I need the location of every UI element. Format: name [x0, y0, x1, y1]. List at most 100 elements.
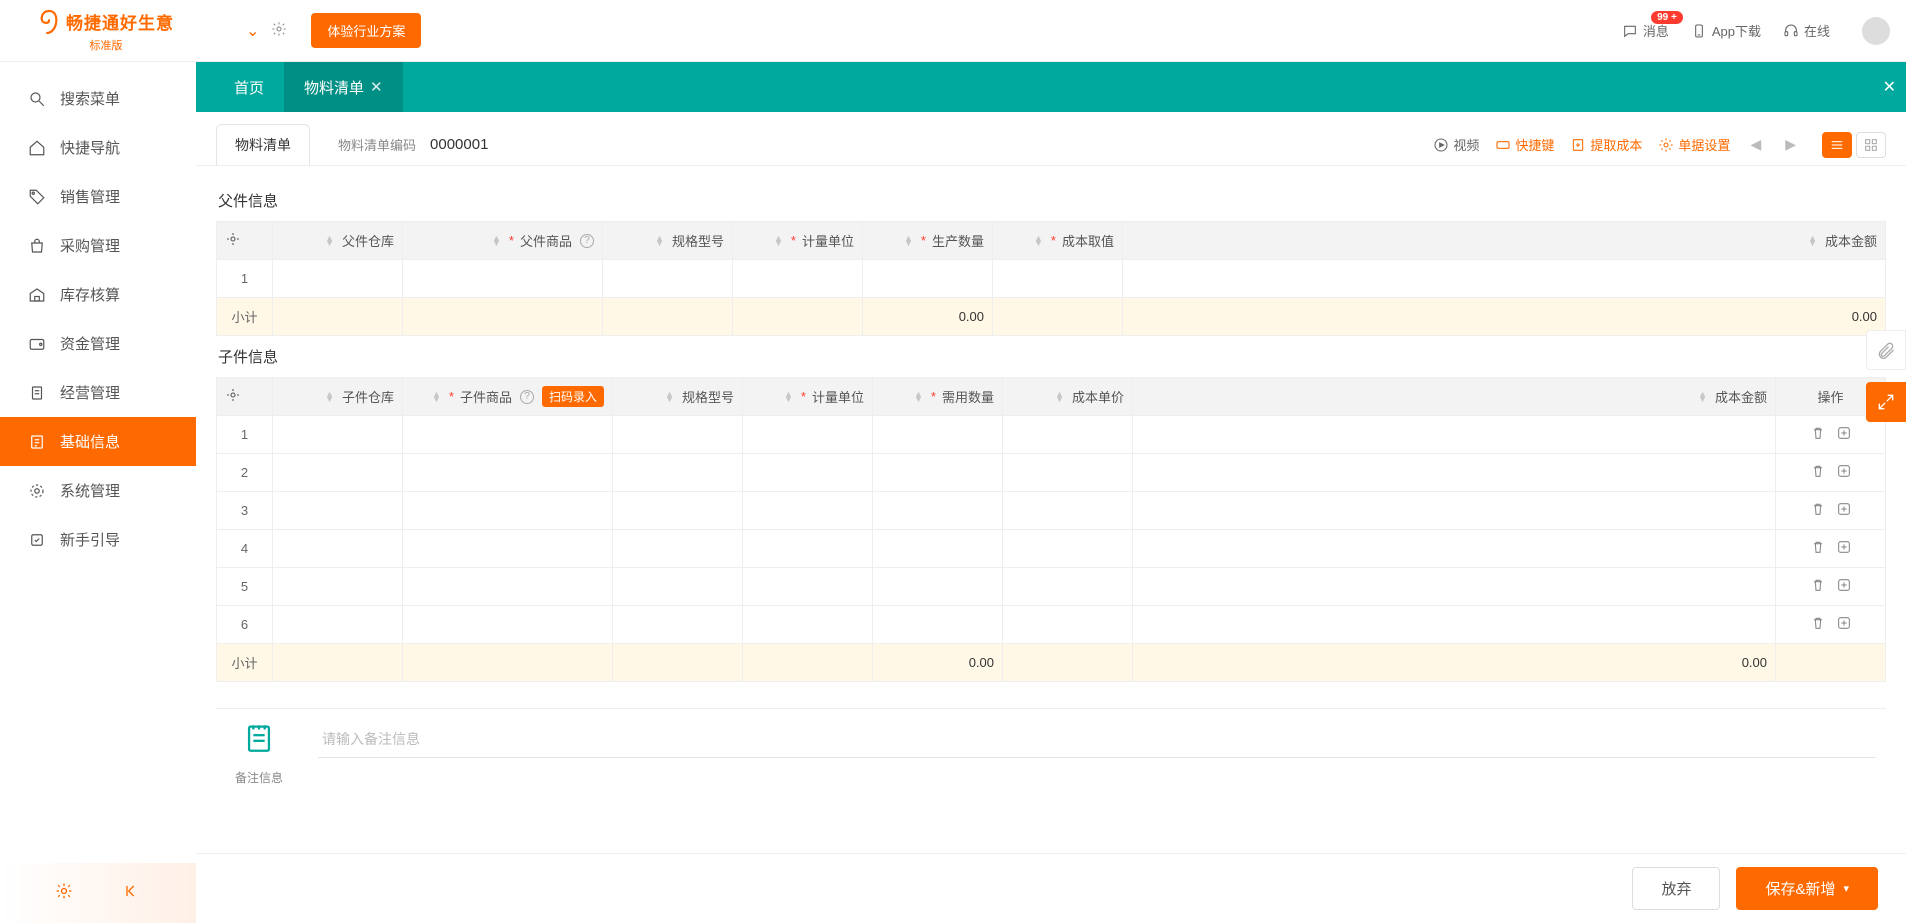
parent-table: ▲▼父件仓库 ▲▼*父件商品? ▲▼规格型号 ▲▼*计量单位 ▲▼*生产数量 ▲… — [216, 221, 1886, 336]
next-doc-icon[interactable]: ▶ — [1781, 136, 1800, 153]
footer-bar: 放弃 保存&新增 ▾ — [196, 853, 1906, 923]
doc-settings-action[interactable]: 单据设置 — [1658, 135, 1730, 154]
help-icon[interactable]: ? — [580, 234, 594, 248]
child-section-title: 子件信息 — [218, 346, 1886, 367]
note-icon — [242, 721, 276, 763]
add-row-icon[interactable] — [1836, 619, 1852, 634]
table-row[interactable]: 2 — [217, 454, 1886, 492]
sidebar-collapse-icon[interactable] — [122, 881, 142, 906]
brand-logo: 畅捷通好生意 标准版 — [16, 9, 196, 53]
attachment-icon[interactable] — [1866, 330, 1906, 370]
save-new-button[interactable]: 保存&新增 ▾ — [1736, 867, 1878, 910]
expand-icon[interactable] — [1866, 382, 1906, 422]
play-icon — [1433, 137, 1449, 153]
tag-icon — [28, 188, 46, 206]
child-table: ▲▼子件仓库 ▲▼*子件商品?扫码录入 ▲▼规格型号 ▲▼*计量单位 ▲▼*需用… — [216, 377, 1886, 682]
sidebar-label: 基础信息 — [60, 431, 120, 452]
subtotal-row: 小计 0.00 0.00 — [217, 644, 1886, 682]
sidebar-item-operation[interactable]: 经营管理 — [0, 368, 196, 417]
table-row[interactable]: 6 — [217, 606, 1886, 644]
sidebar-label: 系统管理 — [60, 480, 120, 501]
subtotal-qty: 0.00 — [873, 644, 1003, 682]
col-child-unitcost[interactable]: ▲▼成本单价 — [1003, 378, 1133, 416]
promo-button[interactable]: 体验行业方案 — [311, 13, 421, 48]
col-parent-cost-mode[interactable]: ▲▼*成本取值 — [993, 222, 1123, 260]
gear-icon[interactable] — [271, 21, 287, 41]
add-row-icon[interactable] — [1836, 429, 1852, 444]
col-child-product[interactable]: ▲▼*子件商品?扫码录入 — [403, 378, 613, 416]
table-row[interactable]: 4 — [217, 530, 1886, 568]
table-row[interactable]: 3 — [217, 492, 1886, 530]
help-icon[interactable]: ? — [520, 390, 534, 404]
shortcut-action[interactable]: 快捷键 — [1495, 135, 1554, 154]
sidebar-label: 销售管理 — [60, 186, 120, 207]
sidebar-label: 搜索菜单 — [60, 88, 120, 109]
video-action[interactable]: 视频 — [1433, 135, 1479, 154]
headset-icon — [1783, 23, 1799, 39]
delete-icon[interactable] — [1810, 619, 1826, 634]
bag-icon — [28, 237, 46, 255]
sidebar-item-search[interactable]: 搜索菜单 — [0, 74, 196, 123]
delete-icon[interactable] — [1810, 543, 1826, 558]
sidebar-item-basic[interactable]: 基础信息 — [0, 417, 196, 466]
doc-code-value: 0000001 — [430, 136, 488, 153]
view-grid-icon[interactable] — [1856, 132, 1886, 158]
col-parent-warehouse[interactable]: ▲▼父件仓库 — [273, 222, 403, 260]
col-parent-uom[interactable]: ▲▼*计量单位 — [733, 222, 863, 260]
sidebar-label: 资金管理 — [60, 333, 120, 354]
sidebar-item-guide[interactable]: 新手引导 — [0, 515, 196, 564]
add-row-icon[interactable] — [1836, 581, 1852, 596]
add-row-icon[interactable] — [1836, 467, 1852, 482]
sidebar-item-system[interactable]: 系统管理 — [0, 466, 196, 515]
col-child-warehouse[interactable]: ▲▼子件仓库 — [273, 378, 403, 416]
sidebar-gear-icon[interactable] — [54, 881, 74, 906]
messages-action[interactable]: 消息 99 + — [1622, 21, 1669, 40]
remark-input[interactable] — [318, 721, 1876, 758]
view-list-icon[interactable] — [1822, 132, 1852, 158]
discard-button[interactable]: 放弃 — [1632, 867, 1720, 910]
col-settings-icon[interactable] — [217, 222, 273, 260]
table-row[interactable]: 5 — [217, 568, 1886, 606]
tab-bom[interactable]: 物料清单 ✕ — [284, 62, 403, 112]
col-parent-qty[interactable]: ▲▼*生产数量 — [863, 222, 993, 260]
col-parent-spec[interactable]: ▲▼规格型号 — [603, 222, 733, 260]
col-parent-product[interactable]: ▲▼*父件商品? — [403, 222, 603, 260]
topbar: 畅捷通好生意 标准版 ⌄ 体验行业方案 消息 99 + App下载 在 — [0, 0, 1906, 62]
col-child-spec[interactable]: ▲▼规格型号 — [613, 378, 743, 416]
tabs-close-all-icon[interactable]: ✕ — [1883, 77, 1896, 97]
delete-icon[interactable] — [1810, 467, 1826, 482]
delete-icon[interactable] — [1810, 429, 1826, 444]
col-child-reqqty[interactable]: ▲▼*需用数量 — [873, 378, 1003, 416]
table-row[interactable]: 1 — [217, 416, 1886, 454]
page-subtab[interactable]: 物料清单 — [216, 124, 310, 165]
avatar[interactable] — [1862, 17, 1890, 45]
extract-cost-action[interactable]: 提取成本 — [1570, 135, 1642, 154]
sidebar-label: 库存核算 — [60, 284, 120, 305]
col-child-uom[interactable]: ▲▼*计量单位 — [743, 378, 873, 416]
keyboard-icon — [1495, 137, 1511, 153]
close-icon[interactable]: ✕ — [370, 78, 383, 96]
online-support-action[interactable]: 在线 — [1783, 21, 1830, 40]
warehouse-icon — [28, 286, 46, 304]
sidebar-item-sales[interactable]: 销售管理 — [0, 172, 196, 221]
app-download-action[interactable]: App下载 — [1691, 21, 1761, 40]
prev-doc-icon[interactable]: ◀ — [1746, 136, 1765, 153]
sidebar-item-finance[interactable]: 资金管理 — [0, 319, 196, 368]
scan-tag[interactable]: 扫码录入 — [542, 386, 604, 407]
chevron-down-icon: ▾ — [1843, 882, 1849, 895]
sidebar-item-purchase[interactable]: 采购管理 — [0, 221, 196, 270]
col-settings-icon[interactable] — [217, 378, 273, 416]
col-parent-cost-amount[interactable]: ▲▼成本金额 — [1123, 222, 1886, 260]
sidebar-item-quicknav[interactable]: 快捷导航 — [0, 123, 196, 172]
sidebar-item-inventory[interactable]: 库存核算 — [0, 270, 196, 319]
delete-icon[interactable] — [1810, 505, 1826, 520]
table-row[interactable]: 1 — [217, 260, 1886, 298]
add-row-icon[interactable] — [1836, 543, 1852, 558]
org-selector[interactable]: ⌄ — [246, 21, 287, 41]
sidebar-footer — [0, 863, 196, 923]
topbar-actions: 消息 99 + App下载 在线 — [1622, 17, 1890, 45]
tab-home[interactable]: 首页 — [214, 62, 284, 112]
add-row-icon[interactable] — [1836, 505, 1852, 520]
delete-icon[interactable] — [1810, 581, 1826, 596]
col-child-costamount[interactable]: ▲▼成本金额 — [1133, 378, 1776, 416]
